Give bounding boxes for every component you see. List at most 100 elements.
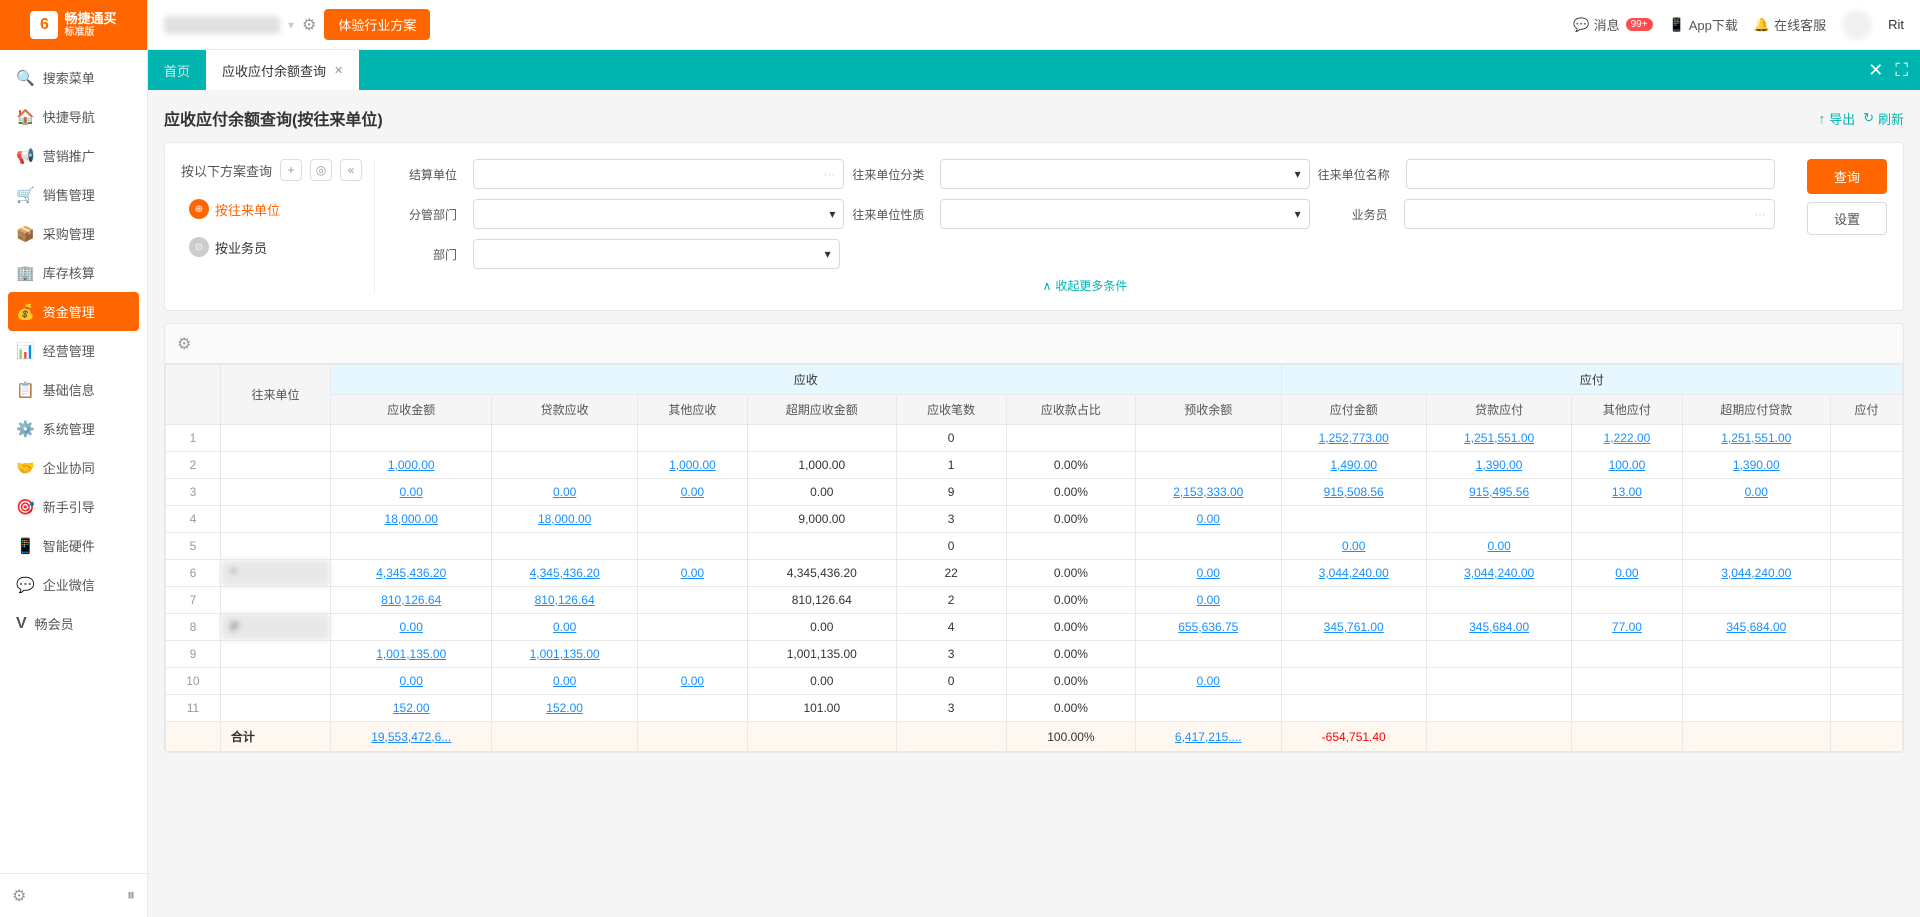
cell-ar_loan[interactable] [492, 533, 637, 560]
cell-ar_loan[interactable]: 152.00 [492, 695, 637, 722]
cell-ar_amount[interactable]: 18,000.00 [331, 506, 492, 533]
solution-button[interactable]: 体验行业方案 [324, 9, 430, 40]
cell-ap_overdue[interactable]: 1,390.00 [1682, 452, 1831, 479]
cell-ap_loan[interactable] [1426, 641, 1571, 668]
cell-ap_loan[interactable] [1426, 587, 1571, 614]
cell-ap_amount[interactable] [1281, 506, 1426, 533]
tab-ar-query[interactable]: 应收应付余额查询 ✕ [206, 50, 359, 90]
settlement-input[interactable]: ··· [473, 159, 844, 189]
cell-ar_other[interactable] [637, 425, 747, 452]
cell-ar_advance[interactable]: 0.00 [1136, 668, 1281, 695]
cell-ar_other[interactable]: 0.00 [637, 560, 747, 587]
cell-ap_overdue[interactable] [1682, 668, 1831, 695]
cell-ap_other[interactable]: 13.00 [1572, 479, 1682, 506]
sidebar-item-newbie[interactable]: 🎯 新手引导 [0, 487, 147, 526]
dept-select[interactable]: ▾ [473, 199, 844, 229]
cell-ap_amount[interactable] [1281, 587, 1426, 614]
sidebar-item-system[interactable]: ⚙️ 系统管理 [0, 409, 147, 448]
cell-ap_amount[interactable]: 0.00 [1281, 533, 1426, 560]
add-filter-btn[interactable]: + [280, 159, 302, 181]
cell-ap_loan[interactable] [1426, 668, 1571, 695]
cell-ar_advance[interactable] [1136, 452, 1281, 479]
cell-ar_loan[interactable]: 0.00 [492, 479, 637, 506]
cell-ar_loan[interactable]: 4,345,436.20 [492, 560, 637, 587]
cell-ap_overdue[interactable]: 3,044,240.00 [1682, 560, 1831, 587]
refresh-button[interactable]: ↻ 刷新 [1863, 109, 1904, 128]
category-select[interactable]: ▾ [940, 159, 1309, 189]
cell-ar_loan[interactable] [492, 425, 637, 452]
cell-ap_amount[interactable]: 1,490.00 [1281, 452, 1426, 479]
sidebar-item-member[interactable]: V 畅会员 [0, 604, 147, 643]
cell-ap_overdue[interactable] [1682, 695, 1831, 722]
cell-ap_overdue[interactable] [1682, 587, 1831, 614]
sidebar-item-sales[interactable]: 🛒 销售管理 [0, 175, 147, 214]
cell-ap_overdue[interactable] [1682, 641, 1831, 668]
cell-ar_other[interactable] [637, 641, 747, 668]
user-name[interactable]: Rit [1888, 17, 1904, 32]
cell-ar_other[interactable] [637, 533, 747, 560]
cell-ar_other[interactable] [637, 614, 747, 641]
partner-type-select[interactable]: ▾ [940, 199, 1309, 229]
sidebar-item-marketing[interactable]: 📢 营销推广 [0, 136, 147, 175]
cell-ar_advance[interactable] [1136, 695, 1281, 722]
sidebar-item-hardware[interactable]: 📱 智能硬件 [0, 526, 147, 565]
cell-ap_loan[interactable] [1426, 695, 1571, 722]
cell-ar_amount[interactable]: 1,001,135.00 [331, 641, 492, 668]
cell-ar_amount[interactable]: 1,000.00 [331, 452, 492, 479]
cell-ar_loan[interactable]: 1,001,135.00 [492, 641, 637, 668]
sidebar-item-finance[interactable]: 💰 资金管理 [8, 292, 139, 331]
sidebar-item-quick-nav[interactable]: 🏠 快捷导航 [0, 97, 147, 136]
cell-ap_other[interactable]: 77.00 [1572, 614, 1682, 641]
cell-ar_advance[interactable]: 0.00 [1136, 587, 1281, 614]
close-window-icon[interactable]: ✕ [1868, 60, 1883, 81]
cell-ap_loan[interactable]: 1,390.00 [1426, 452, 1571, 479]
cell-ap_amount[interactable] [1281, 641, 1426, 668]
cell-ap_amount[interactable] [1281, 668, 1426, 695]
cell-ap_other[interactable] [1572, 668, 1682, 695]
cell-ap_overdue[interactable]: 1,251,551.00 [1682, 425, 1831, 452]
cell-ar_advance[interactable] [1136, 425, 1281, 452]
cell-ar_advance[interactable] [1136, 641, 1281, 668]
table-settings-icon[interactable]: ⚙ [177, 334, 191, 354]
collapse-row[interactable]: ∧ 收起更多条件 [387, 277, 1783, 294]
cell-ar_amount[interactable]: 810,126.64 [331, 587, 492, 614]
cell-ap_loan[interactable]: 0.00 [1426, 533, 1571, 560]
subdept-select[interactable]: ▾ [473, 239, 840, 269]
user-avatar[interactable]: xx [1842, 10, 1872, 40]
export-button[interactable]: ↑ 导出 [1819, 109, 1856, 128]
sidebar-item-purchase[interactable]: 📦 采购管理 [0, 214, 147, 253]
cell-ap_loan[interactable]: 915,495.56 [1426, 479, 1571, 506]
gear-icon[interactable]: ⚙ [302, 15, 316, 35]
cell-ar_amount[interactable] [331, 425, 492, 452]
sidebar-item-collab[interactable]: 🤝 企业协同 [0, 448, 147, 487]
method-by-salesperson[interactable]: ⊙ 按业务员 [181, 231, 362, 263]
cell-ap_overdue[interactable] [1682, 533, 1831, 560]
cell-ap_amount[interactable] [1281, 695, 1426, 722]
cell-ap_other[interactable] [1572, 641, 1682, 668]
sidebar-item-operations[interactable]: 📊 经营管理 [0, 331, 147, 370]
collapse-icon[interactable]: ⏸ [127, 887, 135, 905]
settings-icon[interactable]: ⚙ [12, 886, 26, 906]
cell-ar_other[interactable]: 1,000.00 [637, 452, 747, 479]
salesperson-input[interactable]: ··· [1404, 199, 1775, 229]
settings-button[interactable]: 设置 [1807, 202, 1887, 235]
query-button[interactable]: 查询 [1807, 159, 1887, 194]
cell-ap_loan[interactable]: 345,684.00 [1426, 614, 1571, 641]
app-download-btn[interactable]: 📱 App下载 [1669, 15, 1738, 34]
cell-ar_amount[interactable]: 0.00 [331, 479, 492, 506]
sidebar-item-search[interactable]: 🔍 搜索菜单 [0, 58, 147, 97]
cell-ap_other[interactable] [1572, 506, 1682, 533]
cell-ar_amount[interactable]: 0.00 [331, 614, 492, 641]
cell-ap_other[interactable] [1572, 587, 1682, 614]
cell-ap_overdue[interactable]: 0.00 [1682, 479, 1831, 506]
cell-ar_advance[interactable] [1136, 533, 1281, 560]
cell-ar_loan[interactable]: 810,126.64 [492, 587, 637, 614]
filter-settings-btn[interactable]: ◎ [310, 159, 332, 181]
cell-ar_advance[interactable]: 0.00 [1136, 560, 1281, 587]
cell-ap_loan[interactable]: 3,044,240.00 [1426, 560, 1571, 587]
expand-icon[interactable]: ⛶ [1895, 60, 1908, 81]
cell-ar_other[interactable] [637, 695, 747, 722]
cell-ar_amount[interactable]: 0.00 [331, 668, 492, 695]
cell-ap_loan[interactable]: 1,251,551.00 [1426, 425, 1571, 452]
cell-ar_loan[interactable]: 0.00 [492, 668, 637, 695]
